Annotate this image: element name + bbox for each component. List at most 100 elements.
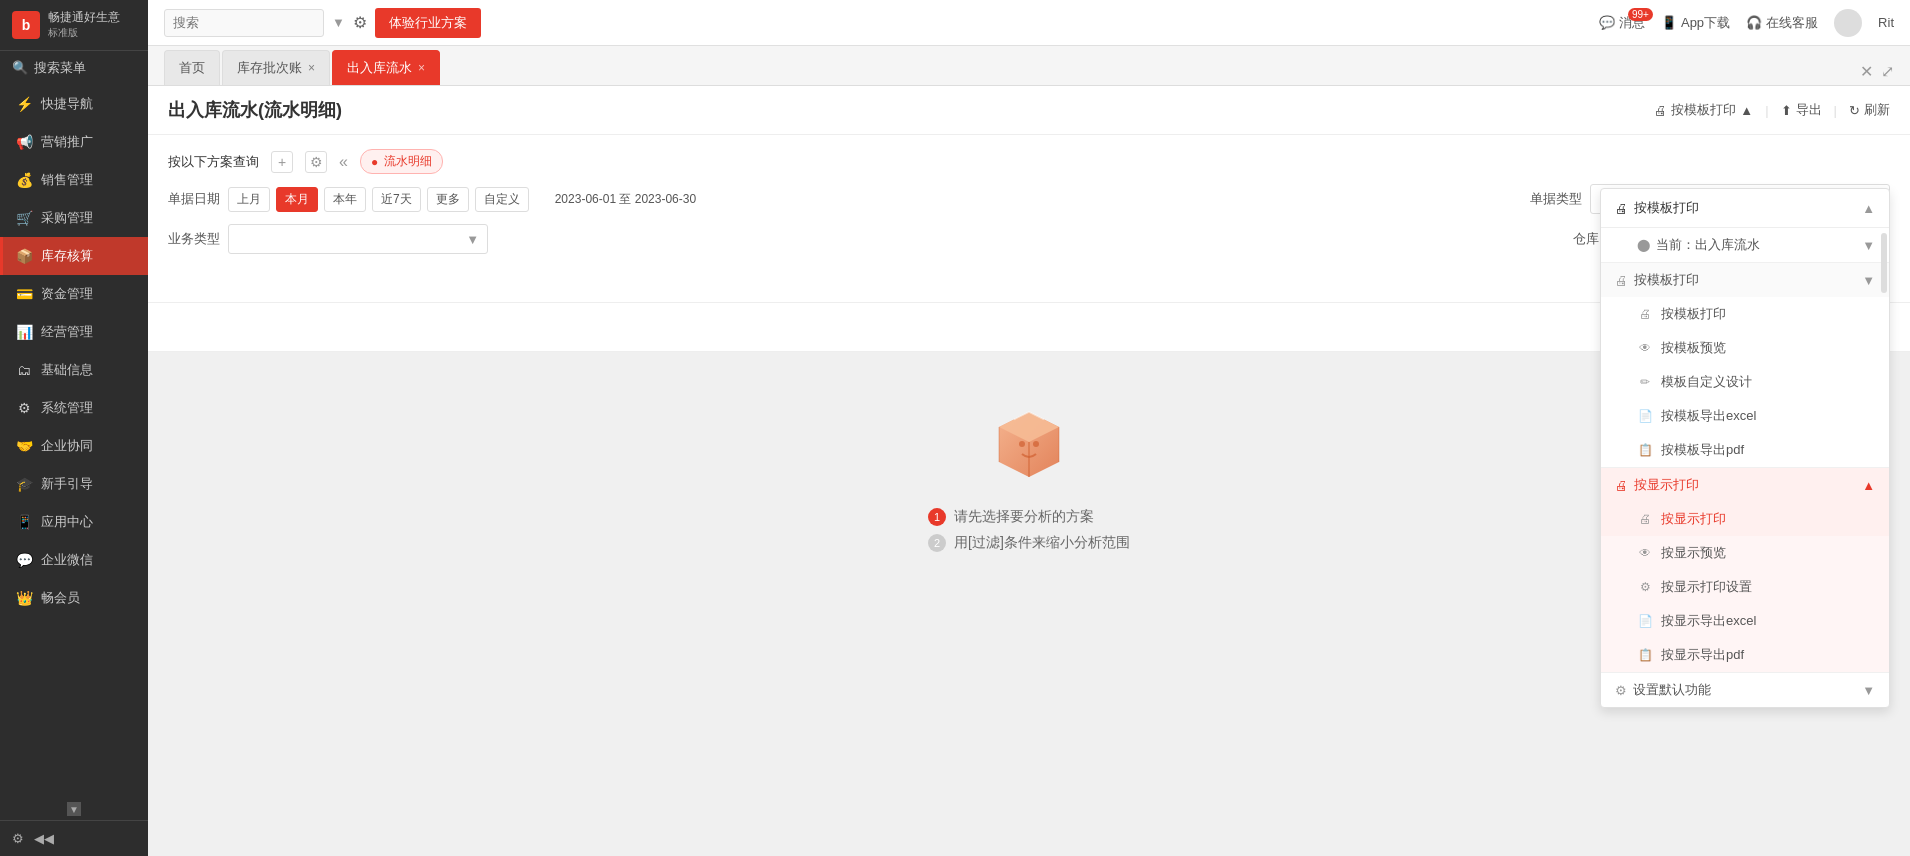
empty-step-1: 1 请先选择要分析的方案 [928, 508, 1130, 526]
panel-scrollbar-track [1881, 229, 1887, 707]
dropdown-item-template-pdf[interactable]: 📋 按模板导出pdf [1601, 433, 1889, 467]
sidebar-item-collab-label: 企业协同 [41, 437, 93, 455]
printer-icon: 🖨 [1615, 273, 1628, 288]
tab-batch[interactable]: 库存批次账 × [222, 50, 330, 85]
sidebar-item-operations-label: 经营管理 [41, 323, 93, 341]
page-actions: 🖨 按模板打印 ▲ | ⬆ 导出 | ↻ 刷新 [1654, 101, 1890, 119]
filter-settings-button[interactable]: ⚙ [305, 151, 327, 173]
dropdown-item-display-excel[interactable]: 📄 按显示导出excel [1601, 604, 1889, 638]
sidebar-item-purchase[interactable]: 🛒 采购管理 [0, 199, 148, 237]
dropdown-item-template-print[interactable]: 🖨 按模板打印 [1601, 297, 1889, 331]
window-close-icon[interactable]: ✕ [1860, 62, 1873, 81]
sidebar-nav: ⚡ 快捷导航 📢 营销推广 💰 销售管理 🛒 采购管理 📦 库存核算 💳 资金管… [0, 85, 148, 798]
business-type-wrapper: ▼ [228, 224, 488, 254]
settings-gear-icon[interactable]: ⚙ [12, 831, 24, 846]
tabbar: 首页 库存批次账 × 出入库流水 × ✕ ⤢ [148, 46, 1910, 86]
date-7days-btn[interactable]: 近7天 [372, 187, 421, 212]
current-indicator: ⬤ 当前：出入库流水 ▼ [1601, 228, 1889, 263]
search-icon: 🔍 [12, 60, 28, 75]
sidebar-item-guide[interactable]: 🎓 新手引导 [0, 465, 148, 503]
topbar-left: ▼ ⚙ 体验行业方案 [164, 8, 1587, 38]
dropdown-display-title: 🖨 按显示打印 [1615, 476, 1699, 494]
app-download-button[interactable]: 📱 App下载 [1661, 14, 1730, 32]
filter-tag-label: 流水明细 [384, 153, 432, 170]
dropdown-panel-header: 🖨 按模板打印 ▲ [1601, 189, 1889, 228]
empty-steps: 1 请先选择要分析的方案 2 用[过滤]条件来缩小分析范围 [928, 508, 1130, 552]
filter-active-tag[interactable]: ● 流水明细 [360, 149, 443, 174]
dropdown-display-header[interactable]: 🖨 按显示打印 ▲ [1601, 468, 1889, 502]
dropdown-item-display-pdf[interactable]: 📋 按显示导出pdf [1601, 638, 1889, 672]
dropdown-panel-title-text: 按模板打印 [1634, 199, 1699, 217]
export-button[interactable]: ⬆ 导出 [1781, 101, 1822, 119]
tab-flow-close-icon[interactable]: × [418, 61, 425, 75]
window-maximize-icon[interactable]: ⤢ [1881, 62, 1894, 81]
sidebar-logo: b 畅捷通好生意 标准版 [0, 0, 148, 51]
panel-scrollbar-thumb[interactable] [1881, 233, 1887, 293]
sidebar-item-system[interactable]: ⚙ 系统管理 [0, 389, 148, 427]
display-section-arrow: ▲ [1862, 478, 1875, 493]
template-print-label: 按模板打印 [1671, 101, 1736, 119]
date-last-month-btn[interactable]: 上月 [228, 187, 270, 212]
tab-batch-close-icon[interactable]: × [308, 61, 315, 75]
print-icon: 🖨 [1654, 103, 1667, 118]
dropdown-footer[interactable]: ⚙ 设置默认功能 ▼ [1601, 673, 1889, 707]
sidebar-item-app-center[interactable]: 📱 应用中心 [0, 503, 148, 541]
dropdown-item-template-excel[interactable]: 📄 按模板导出excel [1601, 399, 1889, 433]
dropdown-panel-close-icon[interactable]: ▲ [1862, 201, 1875, 216]
sidebar-collapse-icon[interactable]: ◀◀ [34, 831, 54, 846]
template-print-button[interactable]: 🖨 按模板打印 ▲ [1654, 101, 1753, 119]
sidebar-item-search[interactable]: 🔍 搜索菜单 [0, 51, 148, 85]
sidebar-item-membership[interactable]: 👑 畅会员 [0, 579, 148, 617]
sidebar-item-collab[interactable]: 🤝 企业协同 [0, 427, 148, 465]
filter-add-button[interactable]: + [271, 151, 293, 173]
tab-home[interactable]: 首页 [164, 50, 220, 85]
topbar-dropdown-icon[interactable]: ▼ [332, 15, 345, 30]
user-avatar[interactable] [1834, 9, 1862, 37]
dropdown-item-template-custom[interactable]: ✏ 模板自定义设计 [1601, 365, 1889, 399]
sidebar-item-inventory[interactable]: 📦 库存核算 [0, 237, 148, 275]
filter-collapse-icon[interactable]: « [339, 153, 348, 171]
sidebar-item-sales[interactable]: 💰 销售管理 [0, 161, 148, 199]
dropdown-item-template-preview[interactable]: 👁 按模板预览 [1601, 331, 1889, 365]
date-this-year-btn[interactable]: 本年 [324, 187, 366, 212]
dropdown-template-header[interactable]: 🖨 按模板打印 ▼ [1601, 263, 1889, 297]
tab-flow[interactable]: 出入库流水 × [332, 50, 440, 85]
sidebar-item-marketing[interactable]: 📢 营销推广 [0, 123, 148, 161]
business-type-select[interactable]: ▼ [228, 224, 488, 254]
sidebar-item-basic[interactable]: 🗂 基础信息 [0, 351, 148, 389]
dropdown-item-display-preview[interactable]: 👁 按显示预览 [1601, 536, 1889, 570]
current-arrow-icon[interactable]: ▼ [1862, 238, 1875, 253]
sidebar: b 畅捷通好生意 标准版 🔍 搜索菜单 ⚡ 快捷导航 📢 营销推广 💰 销售管理… [0, 0, 148, 856]
dropdown-item-display-settings-label: 按显示打印设置 [1661, 578, 1752, 596]
app-name: 畅捷通好生意 [48, 10, 120, 26]
message-badge: 99+ [1628, 8, 1653, 21]
date-this-month-btn[interactable]: 本月 [276, 187, 318, 212]
display-settings-icon: ⚙ [1637, 579, 1653, 595]
sidebar-item-quick-nav[interactable]: ⚡ 快捷导航 [0, 85, 148, 123]
dropdown-section-template: 🖨 按模板打印 ▼ 🖨 按模板打印 👁 按模板预览 ✏ 模板自定义设计 [1601, 263, 1889, 468]
sidebar-item-basic-label: 基础信息 [41, 361, 93, 379]
topbar-search-input[interactable] [164, 9, 324, 37]
topbar-gear-icon[interactable]: ⚙ [353, 13, 367, 32]
message-button[interactable]: 💬 消息 99+ [1599, 14, 1645, 32]
sidebar-item-operations[interactable]: 📊 经营管理 [0, 313, 148, 351]
app-download-label: App下载 [1681, 14, 1730, 32]
dropdown-item-display-settings[interactable]: ⚙ 按显示打印设置 [1601, 570, 1889, 604]
refresh-button[interactable]: ↻ 刷新 [1849, 101, 1890, 119]
service-button[interactable]: 🎧 在线客服 [1746, 14, 1818, 32]
dropdown-item-template-pdf-label: 按模板导出pdf [1661, 441, 1744, 459]
date-custom-btn[interactable]: 自定义 [475, 187, 529, 212]
sidebar-scroll-down[interactable]: ▼ [67, 802, 81, 816]
business-type-arrow-icon: ▼ [466, 232, 479, 247]
username-label[interactable]: Rit [1878, 15, 1894, 30]
basic-icon: 🗂 [15, 361, 33, 379]
date-more-btn[interactable]: 更多 [427, 187, 469, 212]
display-excel-icon: 📄 [1637, 613, 1653, 629]
sidebar-item-finance[interactable]: 💳 资金管理 [0, 275, 148, 313]
step-2-num: 2 [928, 534, 946, 552]
dropdown-item-display-preview-label: 按显示预览 [1661, 544, 1726, 562]
trial-btn[interactable]: 体验行业方案 [375, 8, 481, 38]
sidebar-item-wechat[interactable]: 💬 企业微信 [0, 541, 148, 579]
message-icon: 💬 [1599, 15, 1615, 30]
dropdown-item-display-print[interactable]: 🖨 按显示打印 [1601, 502, 1889, 536]
